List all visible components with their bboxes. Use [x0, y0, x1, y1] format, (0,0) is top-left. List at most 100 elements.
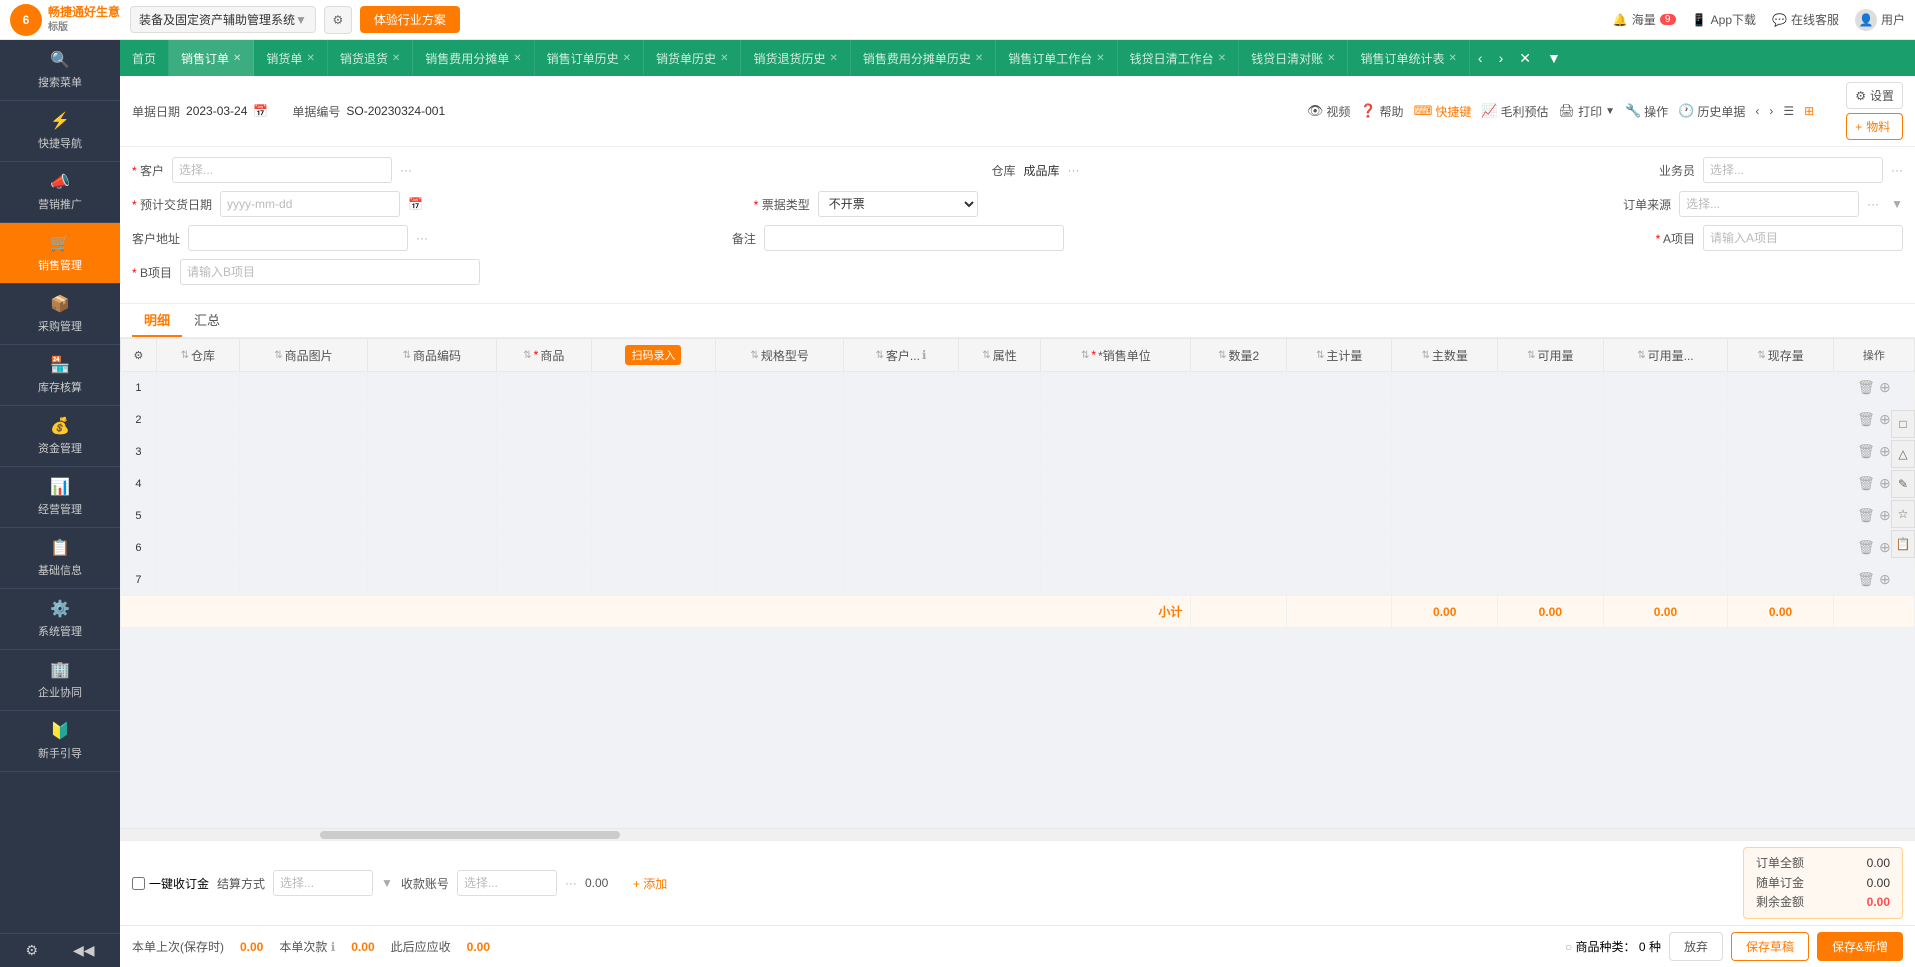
order-source-dropdown[interactable]: ▼: [1891, 197, 1903, 211]
tab-home[interactable]: 首页: [120, 40, 169, 76]
print-btn[interactable]: 🖨 打印 ▼: [1559, 103, 1615, 120]
delete-row-btn[interactable]: 🗑: [1857, 507, 1875, 524]
tab-close-icon[interactable]: ✕: [392, 53, 400, 64]
tab-close-all-btn[interactable]: ✕: [1511, 40, 1539, 76]
copy-row-btn[interactable]: ⊕: [1879, 539, 1891, 556]
operation-btn[interactable]: 🔧 操作: [1625, 103, 1668, 120]
th-available[interactable]: ⇅ 可用量: [1498, 339, 1604, 372]
scroll-thumb[interactable]: [320, 831, 620, 839]
sidebar-item-system[interactable]: ⚙️ 系统管理: [0, 589, 120, 650]
row-2-qty2[interactable]: [1191, 404, 1286, 436]
b-project-input[interactable]: [180, 259, 480, 285]
th-settings[interactable]: ⚙: [121, 339, 157, 372]
th-available2[interactable]: ⇅ 可用量...: [1603, 339, 1728, 372]
deposit-checkbox[interactable]: [132, 877, 145, 890]
sidebar-item-basic[interactable]: 📋 基础信息: [0, 528, 120, 589]
th-warehouse[interactable]: ⇅ 仓库: [156, 339, 239, 372]
float-btn-1[interactable]: □: [1891, 410, 1915, 438]
sidebar-item-finance[interactable]: 💰 资金管理: [0, 406, 120, 467]
online-service-item[interactable]: 💬 在线客服: [1772, 11, 1839, 28]
order-source-input[interactable]: [1679, 191, 1859, 217]
grid-view-btn[interactable]: ⊞: [1804, 104, 1814, 118]
customer-address-input[interactable]: [188, 225, 408, 251]
tab-fee-history[interactable]: 销售费用分摊单历史 ✕: [851, 40, 996, 76]
th-product[interactable]: ⇅ * 商品: [496, 339, 591, 372]
copy-row-btn[interactable]: ⊕: [1879, 379, 1891, 396]
tab-credit-workbench[interactable]: 钱贷日清工作台 ✕: [1118, 40, 1239, 76]
sidebar-collapse-btn[interactable]: ◀◀: [73, 942, 95, 959]
row-2-main-qty[interactable]: [1392, 404, 1498, 436]
order-source-more-btn[interactable]: ···: [1867, 197, 1879, 211]
row-1-qty2[interactable]: [1191, 372, 1286, 404]
delete-row-btn[interactable]: 🗑: [1857, 571, 1875, 588]
customer-address-more-btn[interactable]: ···: [416, 231, 428, 245]
delete-row-btn[interactable]: 🗑: [1857, 443, 1875, 460]
row-1-customer-code[interactable]: [844, 372, 958, 404]
help-btn[interactable]: ❓ 帮助: [1360, 103, 1403, 120]
tab-sales-refund[interactable]: 销货退货 ✕: [328, 40, 413, 76]
float-btn-2[interactable]: △: [1891, 440, 1915, 468]
settings-side-btn[interactable]: ⚙ 设置: [1846, 82, 1903, 109]
system-selector[interactable]: 装备及固定资产辅助管理系统 ▼: [130, 6, 316, 33]
payment-method-dropdown[interactable]: ▼: [381, 876, 393, 890]
shortcut-btn[interactable]: ⌨ 快捷键: [1414, 103, 1472, 120]
save-draft-btn[interactable]: 保存草稿: [1731, 932, 1809, 961]
tab-more-btn[interactable]: ▼: [1539, 40, 1569, 76]
tab-sales-return[interactable]: 销货单 ✕: [254, 40, 327, 76]
remarks-input[interactable]: [764, 225, 1064, 251]
tab-fee-split[interactable]: 销售费用分摊单 ✕: [413, 40, 534, 76]
row-1-unit[interactable]: [1041, 372, 1191, 404]
sidebar-item-purchase[interactable]: 📦 采购管理: [0, 284, 120, 345]
copy-row-btn[interactable]: ⊕: [1879, 475, 1891, 492]
th-spec[interactable]: ⇅ 规格型号: [715, 339, 843, 372]
sidebar-item-guide[interactable]: 🔰 新手引导: [0, 711, 120, 772]
tab-refund-history[interactable]: 销货退货历史 ✕: [741, 40, 850, 76]
tab-close-icon[interactable]: ✕: [1327, 53, 1335, 64]
row-2-warehouse[interactable]: [156, 404, 239, 436]
delete-row-btn[interactable]: 🗑: [1857, 539, 1875, 556]
next-record-btn[interactable]: ›: [1769, 104, 1773, 118]
row-1-spec[interactable]: [715, 372, 843, 404]
copy-row-btn[interactable]: ⊕: [1879, 411, 1891, 428]
tab-workbench[interactable]: 销售订单工作台 ✕: [996, 40, 1117, 76]
invoice-type-select[interactable]: 不开票: [818, 191, 978, 217]
tab-sales-history[interactable]: 销售订单历史 ✕: [535, 40, 644, 76]
tab-return-history[interactable]: 销货单历史 ✕: [644, 40, 741, 76]
row-1-product[interactable]: [496, 372, 591, 404]
list-view-btn[interactable]: ☰: [1783, 104, 1794, 118]
row-2-code[interactable]: [368, 404, 496, 436]
float-btn-5[interactable]: 📋: [1891, 530, 1915, 558]
row-2-spec[interactable]: [715, 404, 843, 436]
sidebar-settings-btn[interactable]: ⚙: [25, 942, 38, 959]
discard-btn[interactable]: 放弃: [1669, 932, 1723, 961]
scan-btn[interactable]: 扫码录入: [625, 345, 681, 365]
th-product-img[interactable]: ⇅ 商品图片: [239, 339, 367, 372]
tab-prev-btn[interactable]: ‹: [1470, 40, 1491, 76]
tab-close-icon[interactable]: ✕: [829, 53, 837, 64]
detail-tab-ming[interactable]: 明细: [132, 304, 182, 337]
row-1-attribute[interactable]: [958, 372, 1041, 404]
tab-close-icon[interactable]: ✕: [1449, 53, 1457, 64]
notification-item[interactable]: 🔔 海量 9: [1613, 11, 1676, 28]
view-btn[interactable]: 👁 视频: [1307, 103, 1351, 120]
payment-method-input[interactable]: [273, 870, 373, 896]
salesperson-more-btn[interactable]: ···: [1891, 163, 1903, 177]
row-2-attribute[interactable]: [958, 404, 1041, 436]
copy-row-btn[interactable]: ⊕: [1879, 507, 1891, 524]
row-1-main-unit[interactable]: [1286, 372, 1392, 404]
customer-input[interactable]: [172, 157, 392, 183]
delete-row-btn[interactable]: 🗑: [1857, 411, 1875, 428]
delete-row-btn[interactable]: 🗑: [1857, 379, 1875, 396]
tab-credit-reconcile[interactable]: 钱贷日清对账 ✕: [1239, 40, 1348, 76]
tab-stats[interactable]: 销售订单统计表 ✕: [1348, 40, 1469, 76]
tab-close-icon[interactable]: ✕: [233, 53, 241, 64]
sidebar-item-nav[interactable]: ⚡ 快捷导航: [0, 101, 120, 162]
app-download-item[interactable]: 📱 App下载: [1692, 11, 1756, 28]
row-1-warehouse[interactable]: [156, 372, 239, 404]
th-main-unit[interactable]: ⇅ 主计量: [1286, 339, 1392, 372]
row-2-main-unit[interactable]: [1286, 404, 1392, 436]
float-btn-4[interactable]: ☆: [1891, 500, 1915, 528]
th-main-qty[interactable]: ⇅ 主数量: [1392, 339, 1498, 372]
print-dropdown-icon[interactable]: ▼: [1605, 106, 1615, 117]
history-btn[interactable]: 🕐 历史单据: [1678, 103, 1745, 120]
